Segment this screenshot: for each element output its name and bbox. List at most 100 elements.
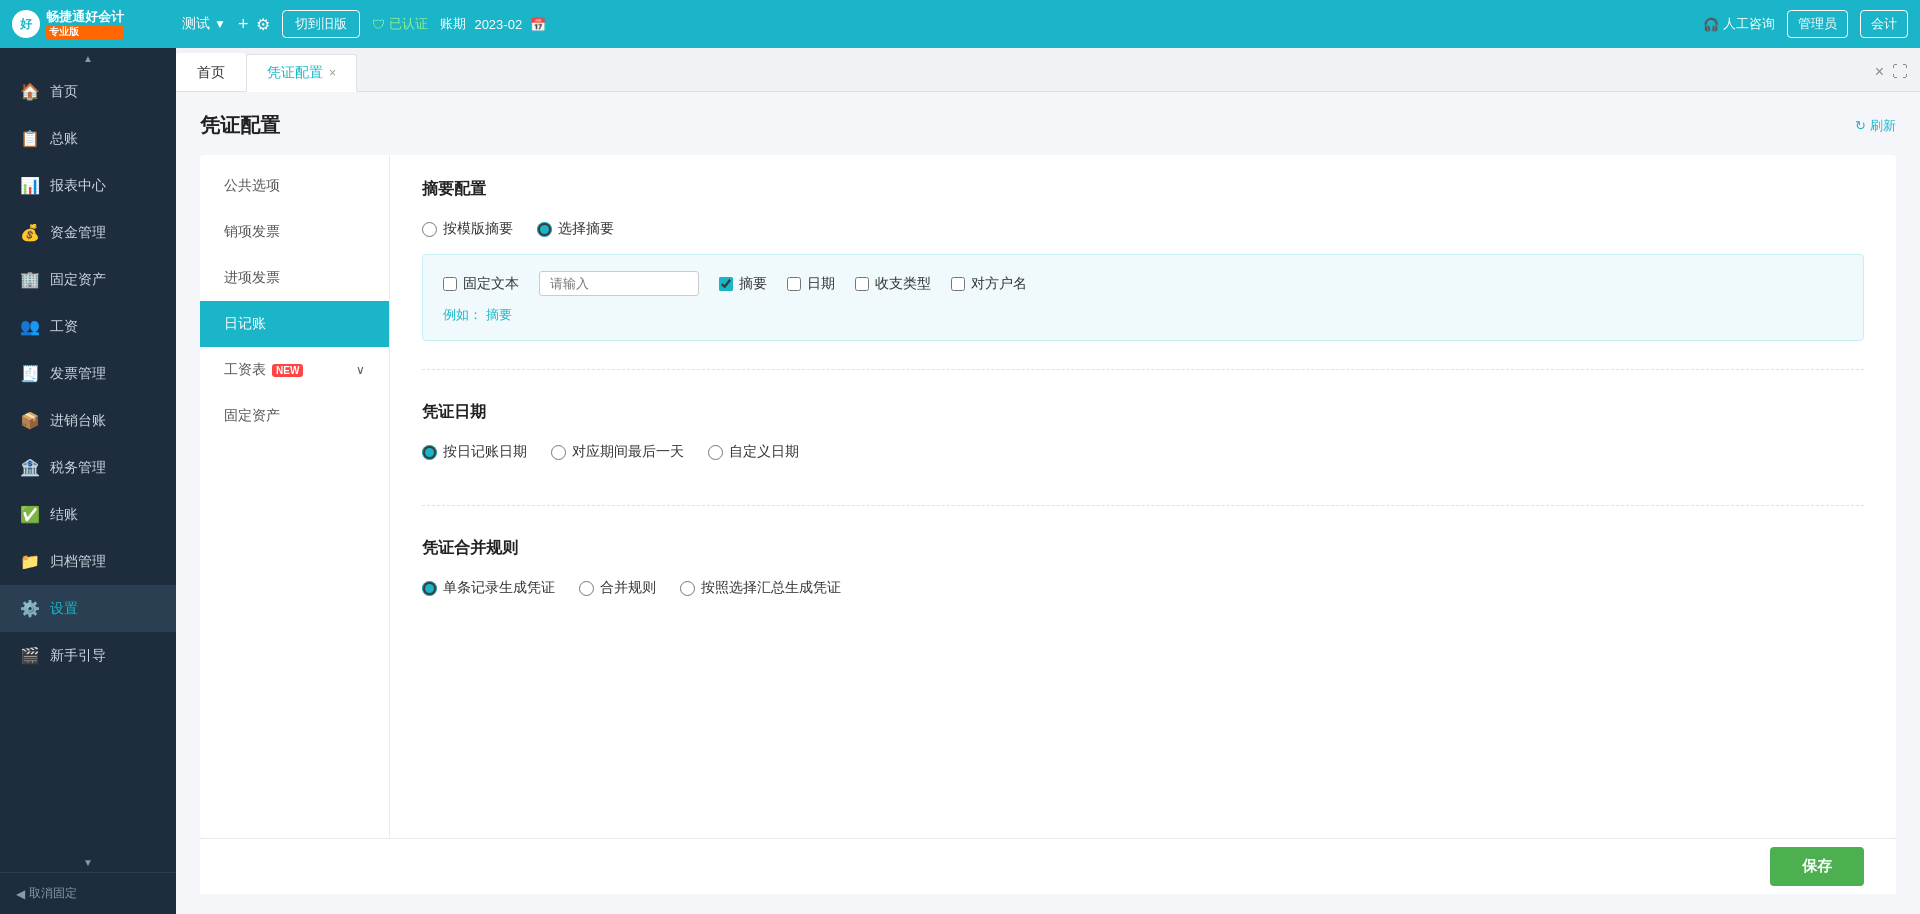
calendar-icon[interactable]: 📅 [530,17,546,32]
summary-checkbox[interactable] [719,277,733,291]
sidebar-label-assets: 固定资产 [50,271,106,289]
sidebar-item-purchase-sale[interactable]: 📦 进销台账 [0,397,176,444]
fixed-text-checkbox[interactable] [443,277,457,291]
date-checkbox[interactable] [787,277,801,291]
sidebar-item-invoice[interactable]: 🧾 发票管理 [0,350,176,397]
refresh-icon: ↻ [1855,118,1866,133]
close-window-button[interactable]: × [1875,63,1884,81]
left-nav-label-journal: 日记账 [224,315,266,333]
cancel-fixed-button[interactable]: ◀ 取消固定 [16,885,160,902]
sidebar-item-guide[interactable]: 🎬 新手引导 [0,632,176,679]
invoice-icon: 🧾 [20,364,40,383]
tab-close-icon[interactable]: × [329,66,336,80]
merge-option3-radio[interactable] [680,581,695,596]
summary-section-title: 摘要配置 [422,179,1864,200]
fixed-text-input[interactable] [539,271,699,296]
tab-voucher-config-label: 凭证配置 [267,64,323,82]
left-nav-item-fixed-assets[interactable]: 固定资产 [200,393,389,439]
sidebar-item-report[interactable]: 📊 报表中心 [0,162,176,209]
date-option3-text: 自定义日期 [729,443,799,461]
date-checkbox-label[interactable]: 日期 [787,275,835,293]
date-option2-label[interactable]: 对应期间最后一天 [551,443,684,461]
sidebar-item-closing[interactable]: ✅ 结账 [0,491,176,538]
sidebar-label-salary: 工资 [50,318,78,336]
sidebar-label-settings: 设置 [50,600,78,618]
add-icon[interactable]: + [238,14,249,35]
date-option3-label[interactable]: 自定义日期 [708,443,799,461]
sidebar-item-salary[interactable]: 👥 工资 [0,303,176,350]
logo-icon: 好 [12,10,40,38]
income-type-checkbox-label[interactable]: 收支类型 [855,275,931,293]
tab-voucher-config[interactable]: 凭证配置 × [246,54,357,92]
consult-link[interactable]: 🎧 人工咨询 [1703,15,1775,33]
logo: 好 畅捷通好会计 专业版 [12,9,162,39]
date-option3-radio[interactable] [708,445,723,460]
summary-option1-label[interactable]: 按模版摘要 [422,220,513,238]
tab-home[interactable]: 首页 [176,53,246,91]
merge-option3-label[interactable]: 按照选择汇总生成凭证 [680,579,841,597]
date-option1-label[interactable]: 按日记账日期 [422,443,527,461]
sidebar-item-ledger[interactable]: 📋 总账 [0,115,176,162]
cancel-fixed-label: 取消固定 [29,885,77,902]
left-nav-label-sales-invoice: 销项发票 [224,223,280,241]
date-checkbox-text: 日期 [807,275,835,293]
sidebar-item-tax[interactable]: 🏦 税务管理 [0,444,176,491]
archive-icon: 📁 [20,552,40,571]
merge-option1-label[interactable]: 单条记录生成凭证 [422,579,555,597]
merge-option3-text: 按照选择汇总生成凭证 [701,579,841,597]
summary-option1-radio[interactable] [422,222,437,237]
left-nav-item-public[interactable]: 公共选项 [200,163,389,209]
sidebar-item-archive[interactable]: 📁 归档管理 [0,538,176,585]
summary-checkbox-label[interactable]: 摘要 [719,275,767,293]
left-nav-item-purchase-invoice[interactable]: 进项发票 [200,255,389,301]
sidebar-item-home[interactable]: 🏠 首页 [0,68,176,115]
counterparty-checkbox[interactable] [951,277,965,291]
fixed-text-checkbox-label[interactable]: 固定文本 [443,275,519,293]
switch-old-button[interactable]: 切到旧版 [282,10,360,38]
purchase-sale-icon: 📦 [20,411,40,430]
counterparty-checkbox-label[interactable]: 对方户名 [951,275,1027,293]
summary-option2-radio[interactable] [537,222,552,237]
admin-button[interactable]: 管理员 [1787,10,1848,38]
settings-icon[interactable]: ⚙ [256,15,270,34]
page-title-bar: 凭证配置 ↻ 刷新 [200,112,1896,139]
sidebar-label-home: 首页 [50,83,78,101]
sidebar-scroll-up[interactable]: ▲ [0,48,176,68]
page-title: 凭证配置 [200,112,280,139]
date-option1-radio[interactable] [422,445,437,460]
sidebar-scroll-down[interactable]: ▼ [0,852,176,872]
summary-radio-group: 按模版摘要 选择摘要 [422,220,1864,238]
merge-radio-group: 单条记录生成凭证 合并规则 按照选择汇总生成凭证 [422,579,1864,597]
sidebar-items: 🏠 首页 📋 总账 📊 报表中心 💰 资金管理 🏢 固定资产 👥 工资 [0,68,176,852]
topbar: 好 畅捷通好会计 专业版 测试 ▼ + ⚙ 切到旧版 🛡 已认证 账期 2023… [0,0,1920,48]
tax-icon: 🏦 [20,458,40,477]
date-option2-radio[interactable] [551,445,566,460]
sidebar: ▲ 🏠 首页 📋 总账 📊 报表中心 💰 资金管理 🏢 固定资产 [0,48,176,914]
sidebar-item-settings[interactable]: ⚙️ 设置 [0,585,176,632]
income-type-checkbox[interactable] [855,277,869,291]
fullscreen-button[interactable]: ⛶ [1892,63,1908,81]
refresh-button[interactable]: ↻ 刷新 [1855,117,1896,135]
save-button[interactable]: 保存 [1770,847,1864,886]
left-nav-item-sales-invoice[interactable]: 销项发票 [200,209,389,255]
merge-option2-label[interactable]: 合并规则 [579,579,656,597]
merge-option1-radio[interactable] [422,581,437,596]
period-badge: 账期 2023-02 📅 [440,15,546,33]
date-config-section: 凭证日期 按日记账日期 对应期间最后一天 [422,402,1864,506]
left-nav-label-purchase-invoice: 进项发票 [224,269,280,287]
left-nav: 公共选项 销项发票 进项发票 日记账 工资表 NEW ∨ [200,155,390,838]
summary-option2-label[interactable]: 选择摘要 [537,220,614,238]
sidebar-label-archive: 归档管理 [50,553,106,571]
topbar-project[interactable]: 测试 ▼ [182,15,226,33]
left-nav-item-payroll[interactable]: 工资表 NEW ∨ [200,347,389,393]
accountant-button[interactable]: 会计 [1860,10,1908,38]
dropdown-icon[interactable]: ▼ [214,17,226,31]
left-nav-label-payroll: 工资表 [224,361,266,379]
sidebar-item-assets[interactable]: 🏢 固定资产 [0,256,176,303]
new-badge: NEW [272,364,303,377]
merge-option2-radio[interactable] [579,581,594,596]
left-nav-item-journal[interactable]: 日记账 [200,301,389,347]
sidebar-item-capital[interactable]: 💰 资金管理 [0,209,176,256]
merge-option2-text: 合并规则 [600,579,656,597]
logo-sub: 专业版 [46,25,124,39]
